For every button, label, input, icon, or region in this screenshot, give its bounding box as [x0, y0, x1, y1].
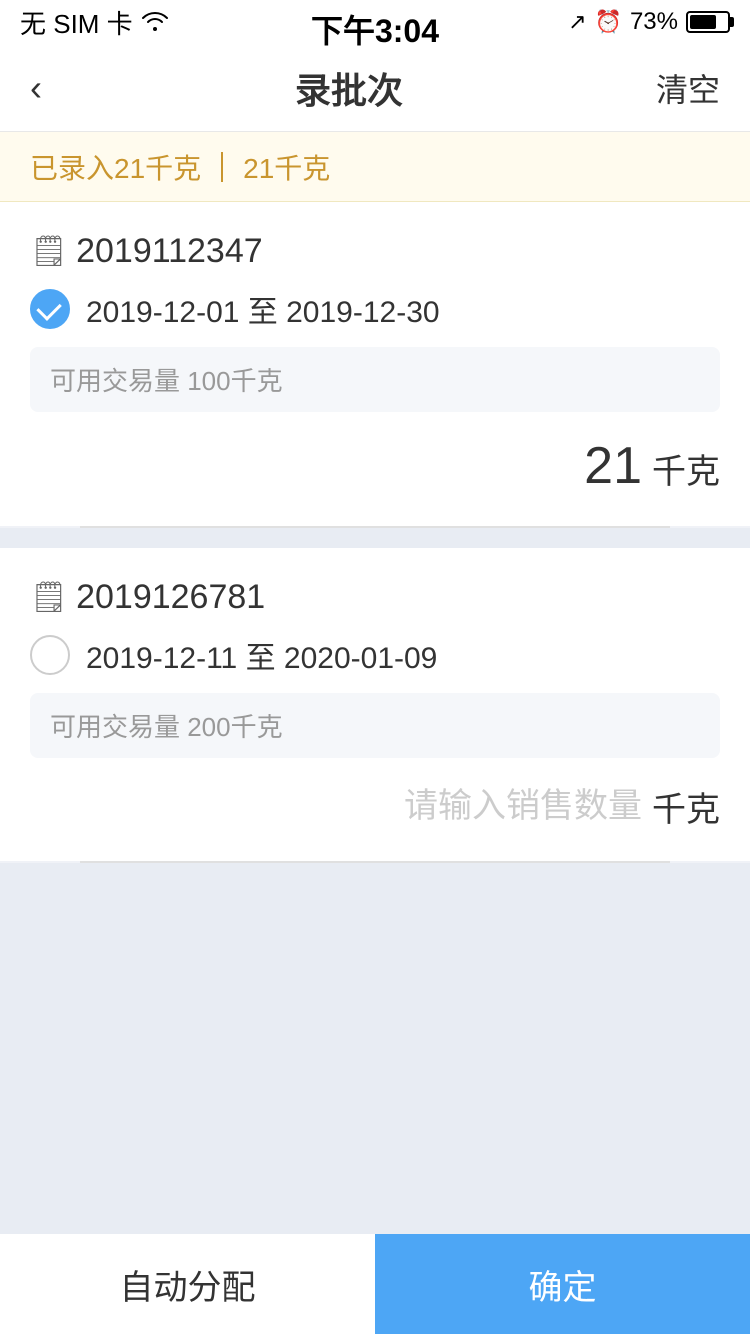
- alarm-icon: ⏰: [595, 9, 622, 35]
- batch-date-row-2[interactable]: 2019-12-11 至 2020-01-09: [30, 633, 720, 677]
- batch-id-row-2: 🗒 2019126781: [30, 578, 720, 617]
- status-time: 下午3:04: [311, 6, 439, 52]
- amount-value-1: 21: [584, 436, 642, 496]
- battery-icon: [686, 11, 730, 33]
- empty-area: [0, 863, 750, 1243]
- input-unit-2: 千克: [652, 782, 720, 831]
- location-icon: ↗: [568, 9, 586, 35]
- radio-2[interactable]: [30, 635, 70, 675]
- confirm-button[interactable]: 确定: [375, 1234, 750, 1334]
- action-bar: 自动分配 确定: [0, 1234, 750, 1334]
- batch-date-1: 2019-12-01 至 2019-12-30: [86, 287, 440, 331]
- batch-id-row-1: 🗒 2019112347: [30, 232, 720, 271]
- back-button[interactable]: ‹: [30, 67, 42, 109]
- status-bar: 无 SIM 卡 下午3:04 ↗ ⏰ 73%: [0, 0, 750, 44]
- available-qty-1: 可用交易量 100千克: [50, 366, 283, 396]
- qty-input-2[interactable]: [282, 787, 642, 826]
- summary-divider: [221, 152, 223, 182]
- batch-date-2: 2019-12-11 至 2020-01-09: [86, 633, 437, 677]
- summary-recorded: 已录入21千克: [30, 147, 201, 187]
- batch-card-1: 🗒 2019112347 2019-12-01 至 2019-12-30 可用交…: [0, 202, 750, 412]
- batch-icon-1: 🗒: [30, 234, 68, 269]
- batch-card-2: 🗒 2019126781 2019-12-11 至 2020-01-09 可用交…: [0, 548, 750, 758]
- available-qty-2: 可用交易量 200千克: [50, 712, 283, 742]
- clear-button[interactable]: 清空: [656, 65, 720, 111]
- carrier-text: 无 SIM 卡: [20, 4, 133, 41]
- page-title: 录批次: [295, 62, 403, 114]
- status-right: ↗ ⏰ 73%: [568, 8, 730, 36]
- amount-unit-1: 千克: [652, 444, 720, 493]
- section-separator: [0, 528, 750, 548]
- amount-row-1: 21 千克: [0, 412, 750, 526]
- status-left: 无 SIM 卡: [20, 4, 169, 41]
- batch-id-text-1: 2019112347: [76, 232, 263, 271]
- batch-id-text-2: 2019126781: [76, 578, 265, 617]
- auto-distribute-button[interactable]: 自动分配: [0, 1234, 375, 1334]
- wifi-icon: [141, 7, 169, 38]
- summary-total: 21千克: [243, 147, 330, 187]
- batch-date-row-1[interactable]: 2019-12-01 至 2019-12-30: [30, 287, 720, 331]
- nav-bar: ‹ 录批次 清空: [0, 44, 750, 132]
- available-qty-box-2: 可用交易量 200千克: [30, 693, 720, 758]
- input-row-2: 千克: [0, 758, 750, 861]
- radio-1[interactable]: [30, 289, 70, 329]
- available-qty-box-1: 可用交易量 100千克: [30, 347, 720, 412]
- batch-icon-2: 🗒: [30, 580, 68, 615]
- summary-banner: 已录入21千克 21千克: [0, 132, 750, 202]
- battery-percent: 73%: [630, 8, 678, 36]
